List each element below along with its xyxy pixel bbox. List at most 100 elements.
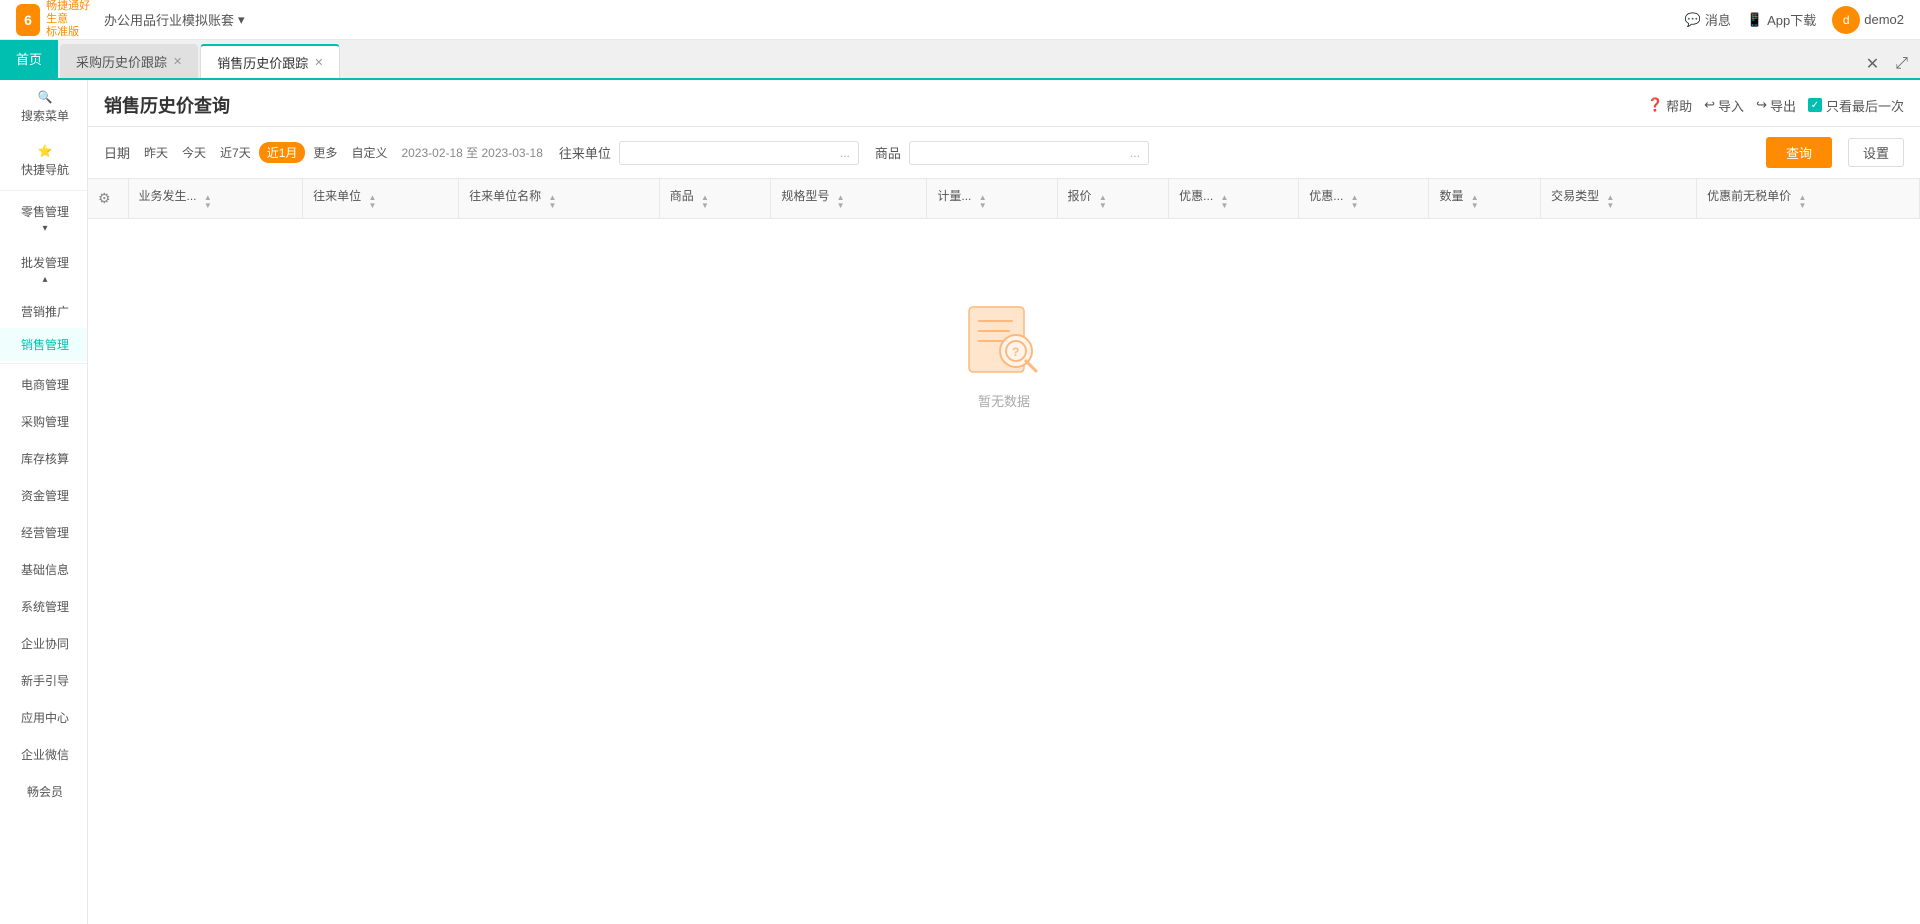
tab-sales-history[interactable]: 销售历史价跟踪 ✕ xyxy=(200,44,340,78)
empty-state: ? 暂无数据 xyxy=(88,219,1920,490)
date-1month[interactable]: 近1月 xyxy=(259,142,306,163)
sidebar-item-purchase[interactable]: 采购管理 xyxy=(0,403,87,440)
help-btn[interactable]: ❓ 帮助 xyxy=(1647,96,1692,115)
topbar-left: 6 畅捷通好生意 标准版 办公用品行业模拟账套 ▾ xyxy=(16,0,245,39)
filter-bar: 日期 昨天 今天 近7天 近1月 更多 自定义 2023-02-18 至 202… xyxy=(88,127,1920,179)
date-filter-group: 日期 昨天 今天 近7天 近1月 更多 自定义 2023-02-18 至 202… xyxy=(104,142,543,163)
th-partner-name[interactable]: 往来单位名称 ▲▼ xyxy=(459,179,660,219)
content: 销售历史价查询 ❓ 帮助 ↩ 导入 ↪ 导出 ✓ 只看最后一次 xyxy=(88,80,1920,924)
sidebar-item-wholesale[interactable]: 批发管理 ▴ xyxy=(0,244,87,295)
workspace-selector[interactable]: 办公用品行业模拟账套 ▾ xyxy=(104,10,245,29)
table-header: ⚙ 业务发生... ▲▼ 往来单位 ▲▼ 往来单位名称 ▲▼ xyxy=(88,179,1920,219)
sidebar-item-basic-info[interactable]: 基础信息 xyxy=(0,551,87,588)
app-download-btn[interactable]: 📱 App下载 xyxy=(1747,10,1816,29)
only-last-checkbox[interactable]: ✓ 只看最后一次 xyxy=(1808,96,1904,115)
table-header-row: ⚙ 业务发生... ▲▼ 往来单位 ▲▼ 往来单位名称 ▲▼ xyxy=(88,179,1920,219)
logo-area: 6 畅捷通好生意 标准版 xyxy=(16,0,96,39)
search-icon: 🔍 xyxy=(38,90,53,104)
sidebar-item-app-center[interactable]: 应用中心 xyxy=(0,699,87,736)
date-custom[interactable]: 自定义 xyxy=(345,142,393,163)
product-input[interactable]: ... xyxy=(909,141,1149,165)
sidebar-item-search[interactable]: 🔍 搜索菜单 xyxy=(0,80,87,134)
th-pre-tax-price[interactable]: 优惠前无税单价 ▲▼ xyxy=(1697,179,1920,219)
sort-arrows-product: ▲▼ xyxy=(701,194,709,210)
gear-icon[interactable]: ⚙ xyxy=(98,190,111,206)
sidebar-divider-1 xyxy=(0,190,87,191)
sidebar-item-member[interactable]: 畅会员 xyxy=(0,773,87,810)
product-filter-group: 商品 ... xyxy=(875,141,1149,165)
chevron-down-icon: ▾ xyxy=(238,12,245,28)
star-icon: ⭐ xyxy=(38,144,53,158)
main-layout: 🔍 搜索菜单 ⭐ 快捷导航 零售管理 ▾ 批发管理 ▴ 营销推广 销售管理 电商… xyxy=(0,80,1920,924)
export-icon: ↪ xyxy=(1756,97,1767,113)
sidebar-item-finance[interactable]: 资金管理 xyxy=(0,477,87,514)
sort-arrows-pre-tax-price: ▲▼ xyxy=(1799,194,1807,210)
sidebar: 🔍 搜索菜单 ⭐ 快捷导航 零售管理 ▾ 批发管理 ▴ 营销推广 销售管理 电商… xyxy=(0,80,88,924)
table-area: ⚙ 业务发生... ▲▼ 往来单位 ▲▼ 往来单位名称 ▲▼ xyxy=(88,179,1920,924)
sidebar-sub-sales-mgmt[interactable]: 销售管理 xyxy=(0,328,87,361)
th-trade-type[interactable]: 交易类型 ▲▼ xyxy=(1541,179,1697,219)
date-more[interactable]: 更多 xyxy=(307,142,343,163)
maximize-btn[interactable]: ⤢ xyxy=(1891,51,1912,77)
sidebar-item-enterprise[interactable]: 企业协同 xyxy=(0,625,87,662)
logo-icon: 6 xyxy=(16,4,40,36)
sidebar-item-ecommerce[interactable]: 电商管理 xyxy=(0,366,87,403)
th-unit[interactable]: 计量... ▲▼ xyxy=(927,179,1057,219)
th-product[interactable]: 商品 ▲▼ xyxy=(659,179,771,219)
user-menu[interactable]: d demo2 xyxy=(1832,6,1904,34)
sidebar-item-system[interactable]: 系统管理 xyxy=(0,588,87,625)
data-table: ⚙ 业务发生... ▲▼ 往来单位 ▲▼ 往来单位名称 ▲▼ xyxy=(88,179,1920,219)
tab-purchase-history[interactable]: 采购历史价跟踪 ✕ xyxy=(60,44,198,78)
supplier-label: 往来单位 xyxy=(559,143,611,162)
tabbar-actions: ✕ ⤢ xyxy=(1862,50,1920,78)
supplier-input[interactable]: ... xyxy=(619,141,859,165)
tab-purchase-history-close[interactable]: ✕ xyxy=(173,55,182,68)
th-quoted-price[interactable]: 报价 ▲▼ xyxy=(1057,179,1169,219)
message-icon: 💬 xyxy=(1685,12,1701,28)
sidebar-item-operation[interactable]: 经营管理 xyxy=(0,514,87,551)
sidebar-item-guide[interactable]: 新手引导 xyxy=(0,662,87,699)
sidebar-divider-2 xyxy=(0,363,87,364)
date-label: 日期 xyxy=(104,143,130,162)
close-window-btn[interactable]: ✕ xyxy=(1862,50,1883,78)
filter-actions: 查询 xyxy=(1766,137,1832,168)
sidebar-item-shortcut[interactable]: ⭐ 快捷导航 xyxy=(0,134,87,188)
th-discount1[interactable]: 优惠... ▲▼ xyxy=(1169,179,1299,219)
date-today[interactable]: 今天 xyxy=(176,142,212,163)
sort-arrows-quantity: ▲▼ xyxy=(1471,194,1479,210)
tab-sales-history-close[interactable]: ✕ xyxy=(314,56,323,69)
sidebar-item-wechat[interactable]: 企业微信 xyxy=(0,736,87,773)
sort-arrows-discount2: ▲▼ xyxy=(1351,194,1359,210)
th-partner-code[interactable]: 往来单位 ▲▼ xyxy=(303,179,459,219)
empty-icon: ? xyxy=(954,299,1054,379)
app-icon: 📱 xyxy=(1747,12,1763,28)
page-actions: ❓ 帮助 ↩ 导入 ↪ 导出 ✓ 只看最后一次 xyxy=(1647,96,1904,115)
th-spec[interactable]: 规格型号 ▲▼ xyxy=(771,179,927,219)
settings-button[interactable]: 设置 xyxy=(1848,138,1904,167)
query-button[interactable]: 查询 xyxy=(1766,137,1832,168)
export-btn[interactable]: ↪ 导出 xyxy=(1756,96,1796,115)
tabbar: 首页 采购历史价跟踪 ✕ 销售历史价跟踪 ✕ ✕ ⤢ xyxy=(0,40,1920,80)
sidebar-item-inventory[interactable]: 库存核算 xyxy=(0,440,87,477)
sidebar-sub-marketing[interactable]: 营销推广 xyxy=(0,295,87,328)
sort-arrows-quoted-price: ▲▼ xyxy=(1099,194,1107,210)
th-discount2[interactable]: 优惠... ▲▼ xyxy=(1299,179,1429,219)
sidebar-item-retail[interactable]: 零售管理 ▾ xyxy=(0,193,87,244)
checkbox-icon: ✓ xyxy=(1808,98,1822,112)
sort-arrows-discount1: ▲▼ xyxy=(1221,194,1229,210)
date-range: 2023-02-18 至 2023-03-18 xyxy=(401,144,542,161)
product-input-dots: ... xyxy=(1130,146,1140,160)
date-yesterday[interactable]: 昨天 xyxy=(138,142,174,163)
message-btn[interactable]: 💬 消息 xyxy=(1685,10,1731,29)
import-icon: ↩ xyxy=(1704,97,1715,113)
date-7days[interactable]: 近7天 xyxy=(214,142,257,163)
chevron-down-icon: ▾ xyxy=(42,223,47,234)
th-quantity[interactable]: 数量 ▲▼ xyxy=(1429,179,1541,219)
page-header: 销售历史价查询 ❓ 帮助 ↩ 导入 ↪ 导出 ✓ 只看最后一次 xyxy=(88,80,1920,127)
tab-home[interactable]: 首页 xyxy=(0,38,58,78)
help-icon: ❓ xyxy=(1647,97,1663,113)
sort-arrows-partner-code: ▲▼ xyxy=(368,194,376,210)
import-btn[interactable]: ↩ 导入 xyxy=(1704,96,1744,115)
th-biz-date[interactable]: 业务发生... ▲▼ xyxy=(128,179,303,219)
logo-text: 畅捷通好生意 标准版 xyxy=(46,0,96,39)
